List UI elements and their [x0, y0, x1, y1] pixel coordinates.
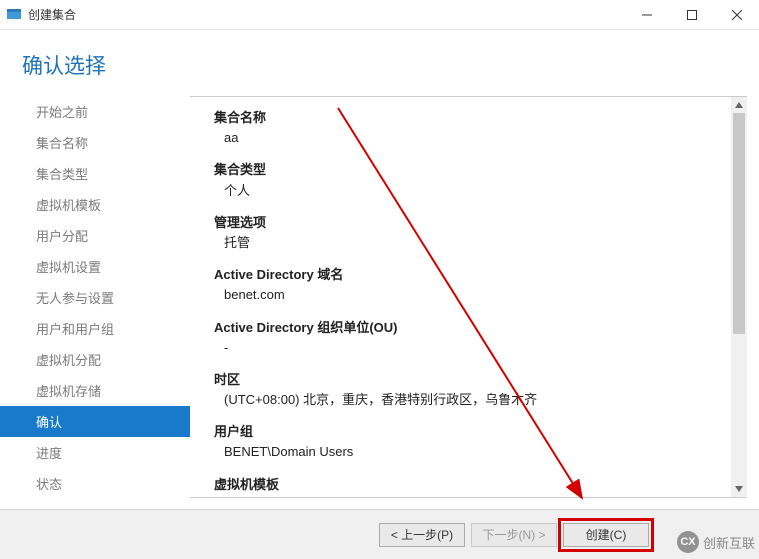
- detail-label: Active Directory 组织单位(OU): [214, 319, 717, 337]
- window-title: 创建集合: [28, 6, 624, 23]
- window-controls: [624, 0, 759, 29]
- maximize-button[interactable]: [669, 0, 714, 29]
- detail-label: 集合类型: [214, 161, 717, 179]
- sidebar-item-vm-template[interactable]: 虚拟机模板: [0, 189, 190, 220]
- sidebar-item-unattended[interactable]: 无人参与设置: [0, 282, 190, 313]
- detail-row: 管理选项 托管: [214, 214, 717, 252]
- sidebar-item-users-groups[interactable]: 用户和用户组: [0, 313, 190, 344]
- scroll-down-arrow-icon[interactable]: [731, 481, 747, 497]
- watermark-icon: CX: [677, 531, 699, 553]
- detail-row: 虚拟机模板: [214, 476, 717, 494]
- detail-value: -: [214, 339, 717, 357]
- content-area: 开始之前 集合名称 集合类型 虚拟机模板 用户分配 虚拟机设置 无人参与设置 用…: [0, 96, 759, 498]
- vertical-scrollbar[interactable]: [731, 97, 747, 497]
- detail-value: benet.com: [214, 286, 717, 304]
- detail-value: 托管: [214, 234, 717, 252]
- detail-row: Active Directory 域名 benet.com: [214, 266, 717, 304]
- detail-value: aa: [214, 129, 717, 147]
- detail-row: Active Directory 组织单位(OU) -: [214, 319, 717, 357]
- detail-row: 集合类型 个人: [214, 161, 717, 199]
- next-button: 下一步(N) >: [471, 523, 557, 547]
- scroll-up-arrow-icon[interactable]: [731, 97, 747, 113]
- sidebar-item-vm-allocation[interactable]: 虚拟机分配: [0, 344, 190, 375]
- details-content: 集合名称 aa 集合类型 个人 管理选项 托管 Active Directory…: [190, 97, 747, 497]
- close-button[interactable]: [714, 0, 759, 29]
- detail-label: 用户组: [214, 423, 717, 441]
- detail-row: 时区 (UTC+08:00) 北京，重庆，香港特别行政区，乌鲁木齐: [214, 371, 717, 409]
- sidebar-item-progress[interactable]: 进度: [0, 437, 190, 468]
- titlebar: 创建集合: [0, 0, 759, 30]
- detail-label: 时区: [214, 371, 717, 389]
- detail-value: (UTC+08:00) 北京，重庆，香港特别行政区，乌鲁木齐: [214, 391, 717, 409]
- app-icon: [6, 7, 22, 23]
- sidebar-item-before-begin[interactable]: 开始之前: [0, 96, 190, 127]
- detail-row: 用户组 BENET\Domain Users: [214, 423, 717, 461]
- scroll-thumb[interactable]: [733, 113, 745, 334]
- previous-button[interactable]: < 上一步(P): [379, 523, 465, 547]
- detail-row: 集合名称 aa: [214, 109, 717, 147]
- watermark: CX 创新互联: [677, 531, 755, 553]
- scroll-track[interactable]: [731, 113, 747, 481]
- sidebar-item-collection-name[interactable]: 集合名称: [0, 127, 190, 158]
- sidebar-item-vm-storage[interactable]: 虚拟机存储: [0, 375, 190, 406]
- sidebar-item-confirm[interactable]: 确认: [0, 406, 190, 437]
- detail-value: 个人: [214, 182, 717, 200]
- wizard-button-bar: < 上一步(P) 下一步(N) > 创建(C) 取消: [0, 509, 759, 559]
- create-button[interactable]: 创建(C): [563, 523, 649, 547]
- sidebar-item-vm-settings[interactable]: 虚拟机设置: [0, 251, 190, 282]
- detail-value: BENET\Domain Users: [214, 443, 717, 461]
- sidebar-item-collection-type[interactable]: 集合类型: [0, 158, 190, 189]
- detail-label: 管理选项: [214, 214, 717, 232]
- minimize-button[interactable]: [624, 0, 669, 29]
- detail-label: Active Directory 域名: [214, 266, 717, 284]
- watermark-text: 创新互联: [703, 533, 755, 552]
- details-panel: 集合名称 aa 集合类型 个人 管理选项 托管 Active Directory…: [190, 96, 747, 498]
- sidebar-item-status[interactable]: 状态: [0, 468, 190, 499]
- page-heading: 确认选择: [0, 30, 759, 96]
- detail-label: 虚拟机模板: [214, 476, 717, 494]
- wizard-sidebar: 开始之前 集合名称 集合类型 虚拟机模板 用户分配 虚拟机设置 无人参与设置 用…: [0, 96, 190, 498]
- sidebar-item-user-assignment[interactable]: 用户分配: [0, 220, 190, 251]
- detail-label: 集合名称: [214, 109, 717, 127]
